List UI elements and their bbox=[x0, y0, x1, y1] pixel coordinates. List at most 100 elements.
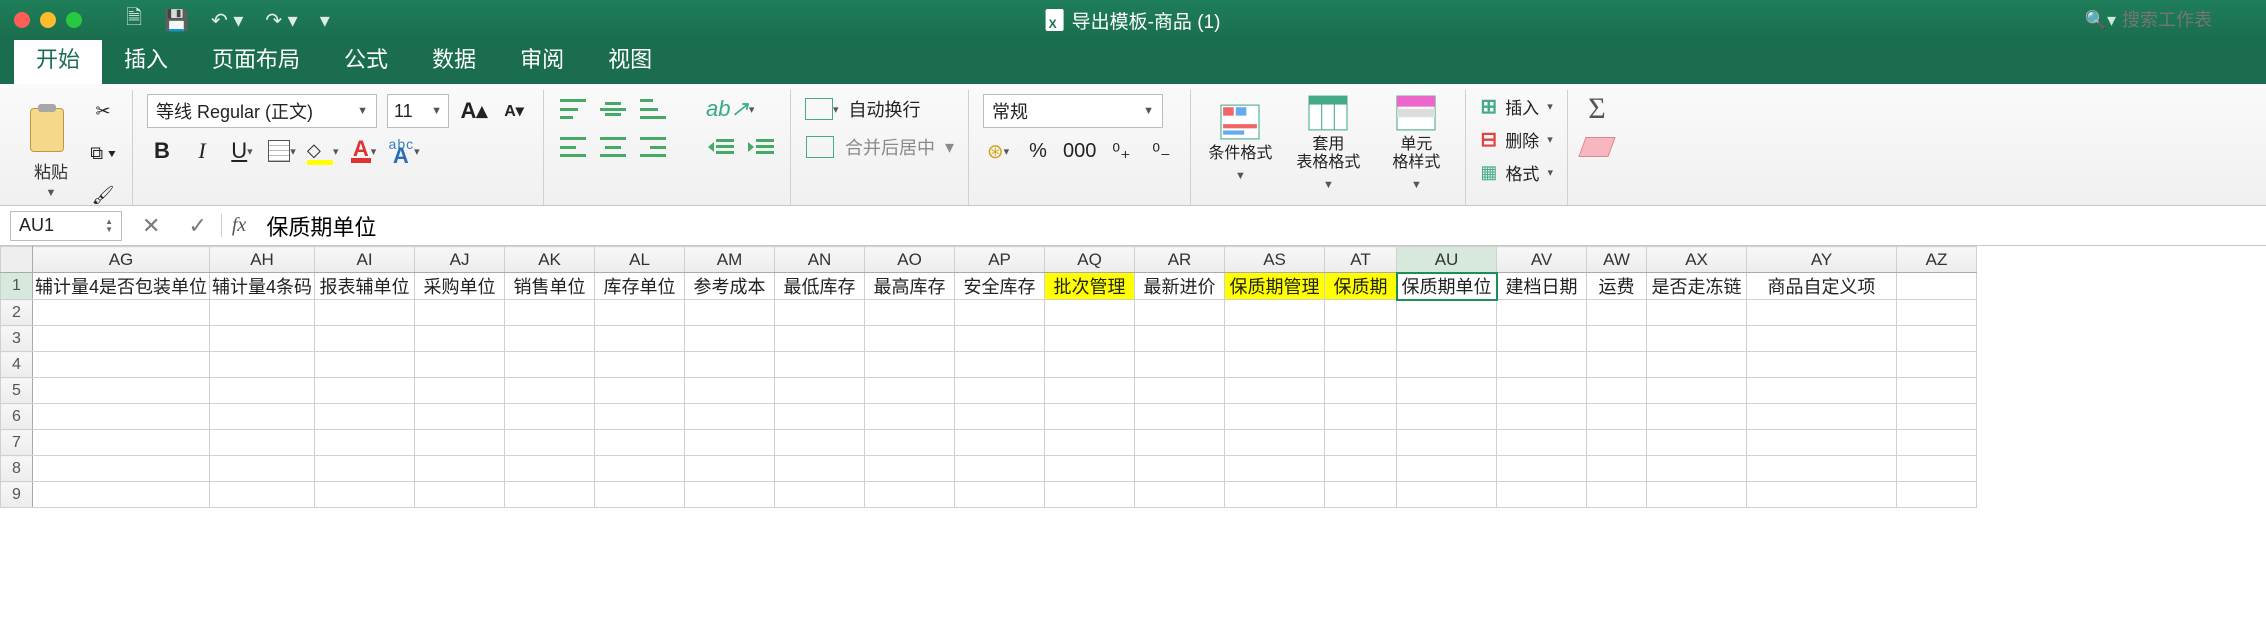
cell-AR9[interactable] bbox=[1135, 482, 1225, 508]
column-header-AK[interactable]: AK bbox=[505, 247, 595, 273]
cell-AS7[interactable] bbox=[1225, 430, 1325, 456]
cell-AH8[interactable] bbox=[210, 456, 315, 482]
redo-icon[interactable]: ↷ ▾ bbox=[265, 8, 297, 33]
cell-AU9[interactable] bbox=[1397, 482, 1497, 508]
autosum-button[interactable]: Σ bbox=[1582, 94, 1612, 124]
cell-AU8[interactable] bbox=[1397, 456, 1497, 482]
bold-button[interactable]: B bbox=[147, 136, 177, 166]
column-header-AL[interactable]: AL bbox=[595, 247, 685, 273]
cell-AY7[interactable] bbox=[1747, 430, 1897, 456]
cell-AO9[interactable] bbox=[865, 482, 955, 508]
cell-AH3[interactable] bbox=[210, 326, 315, 352]
cell-AY2[interactable] bbox=[1747, 300, 1897, 326]
cell-AN6[interactable] bbox=[775, 404, 865, 430]
cell-AI9[interactable] bbox=[315, 482, 415, 508]
font-name-combo[interactable]: 等线 Regular (正文)▼ bbox=[147, 94, 377, 128]
column-header-AO[interactable]: AO bbox=[865, 247, 955, 273]
cell-AO8[interactable] bbox=[865, 456, 955, 482]
spreadsheet-grid[interactable]: AGAHAIAJAKALAMANAOAPAQARASATAUAVAWAXAYAZ… bbox=[0, 246, 2266, 508]
cell-AN5[interactable] bbox=[775, 378, 865, 404]
column-header-AI[interactable]: AI bbox=[315, 247, 415, 273]
cell-AG9[interactable] bbox=[33, 482, 210, 508]
paste-button[interactable]: 粘贴 ▼ bbox=[24, 104, 78, 201]
cell-AI5[interactable] bbox=[315, 378, 415, 404]
cell-AY4[interactable] bbox=[1747, 352, 1897, 378]
cell-AR8[interactable] bbox=[1135, 456, 1225, 482]
cell-AU7[interactable] bbox=[1397, 430, 1497, 456]
cell-AU1[interactable]: 保质期单位 bbox=[1397, 273, 1497, 300]
cell-AI6[interactable] bbox=[315, 404, 415, 430]
cell-AM8[interactable] bbox=[685, 456, 775, 482]
align-top-button[interactable] bbox=[558, 94, 588, 124]
cell-AV8[interactable] bbox=[1497, 456, 1587, 482]
cell-AM3[interactable] bbox=[685, 326, 775, 352]
grow-font-button[interactable]: A▴ bbox=[459, 96, 489, 126]
cell-AP8[interactable] bbox=[955, 456, 1045, 482]
cell-AI2[interactable] bbox=[315, 300, 415, 326]
cell-AH7[interactable] bbox=[210, 430, 315, 456]
cell-AN2[interactable] bbox=[775, 300, 865, 326]
cell-AI7[interactable] bbox=[315, 430, 415, 456]
cell-AS6[interactable] bbox=[1225, 404, 1325, 430]
cell-AQ8[interactable] bbox=[1045, 456, 1135, 482]
orientation-button[interactable]: ab↗▾ bbox=[706, 94, 754, 124]
cell-AS9[interactable] bbox=[1225, 482, 1325, 508]
cell-AL2[interactable] bbox=[595, 300, 685, 326]
font-size-combo[interactable]: 11▼ bbox=[387, 94, 449, 128]
cell-AI4[interactable] bbox=[315, 352, 415, 378]
cell-AS5[interactable] bbox=[1225, 378, 1325, 404]
cell-AQ5[interactable] bbox=[1045, 378, 1135, 404]
minimize-icon[interactable] bbox=[40, 12, 56, 28]
clear-button[interactable] bbox=[1582, 132, 1612, 162]
underline-button[interactable]: U▾ bbox=[227, 136, 257, 166]
italic-button[interactable]: I bbox=[187, 136, 217, 166]
cell-AZ7[interactable] bbox=[1897, 430, 1977, 456]
fx-icon[interactable]: fx bbox=[221, 214, 256, 237]
cell-AW4[interactable] bbox=[1587, 352, 1647, 378]
cell-AZ8[interactable] bbox=[1897, 456, 1977, 482]
cell-AO3[interactable] bbox=[865, 326, 955, 352]
row-header-4[interactable]: 4 bbox=[1, 352, 33, 378]
cell-AL3[interactable] bbox=[595, 326, 685, 352]
maximize-icon[interactable] bbox=[66, 12, 82, 28]
cell-AP7[interactable] bbox=[955, 430, 1045, 456]
cell-AQ4[interactable] bbox=[1045, 352, 1135, 378]
cell-AG6[interactable] bbox=[33, 404, 210, 430]
column-header-AN[interactable]: AN bbox=[775, 247, 865, 273]
cell-AH4[interactable] bbox=[210, 352, 315, 378]
cell-AG3[interactable] bbox=[33, 326, 210, 352]
cell-AJ1[interactable]: 采购单位 bbox=[415, 273, 505, 300]
undo-icon[interactable]: ↶ ▾ bbox=[211, 8, 243, 33]
cell-AW8[interactable] bbox=[1587, 456, 1647, 482]
cell-AR5[interactable] bbox=[1135, 378, 1225, 404]
align-right-button[interactable] bbox=[638, 132, 668, 162]
cell-AT3[interactable] bbox=[1325, 326, 1397, 352]
column-header-AQ[interactable]: AQ bbox=[1045, 247, 1135, 273]
align-middle-button[interactable] bbox=[598, 94, 628, 124]
cell-AR4[interactable] bbox=[1135, 352, 1225, 378]
cell-AK2[interactable] bbox=[505, 300, 595, 326]
wrap-text-button[interactable]: ▾ bbox=[805, 94, 839, 124]
fill-color-button[interactable]: ◇▾ bbox=[307, 136, 339, 166]
cell-AX6[interactable] bbox=[1647, 404, 1747, 430]
insert-cells-button[interactable]: ⊞插入▾ bbox=[1480, 94, 1553, 119]
select-all-corner[interactable] bbox=[1, 247, 33, 273]
column-header-AG[interactable]: AG bbox=[33, 247, 210, 273]
cell-AZ9[interactable] bbox=[1897, 482, 1977, 508]
cell-AY5[interactable] bbox=[1747, 378, 1897, 404]
column-header-AU[interactable]: AU bbox=[1397, 247, 1497, 273]
cell-AY9[interactable] bbox=[1747, 482, 1897, 508]
cell-AW6[interactable] bbox=[1587, 404, 1647, 430]
cell-AV3[interactable] bbox=[1497, 326, 1587, 352]
cut-button[interactable]: ✂ bbox=[88, 96, 118, 126]
column-header-AR[interactable]: AR bbox=[1135, 247, 1225, 273]
close-icon[interactable] bbox=[14, 12, 30, 28]
cell-AX9[interactable] bbox=[1647, 482, 1747, 508]
cell-AN4[interactable] bbox=[775, 352, 865, 378]
cell-AG2[interactable] bbox=[33, 300, 210, 326]
row-header-8[interactable]: 8 bbox=[1, 456, 33, 482]
cell-AV1[interactable]: 建档日期 bbox=[1497, 273, 1587, 300]
cell-AW1[interactable]: 运费 bbox=[1587, 273, 1647, 300]
cell-AK9[interactable] bbox=[505, 482, 595, 508]
column-header-AW[interactable]: AW bbox=[1587, 247, 1647, 273]
